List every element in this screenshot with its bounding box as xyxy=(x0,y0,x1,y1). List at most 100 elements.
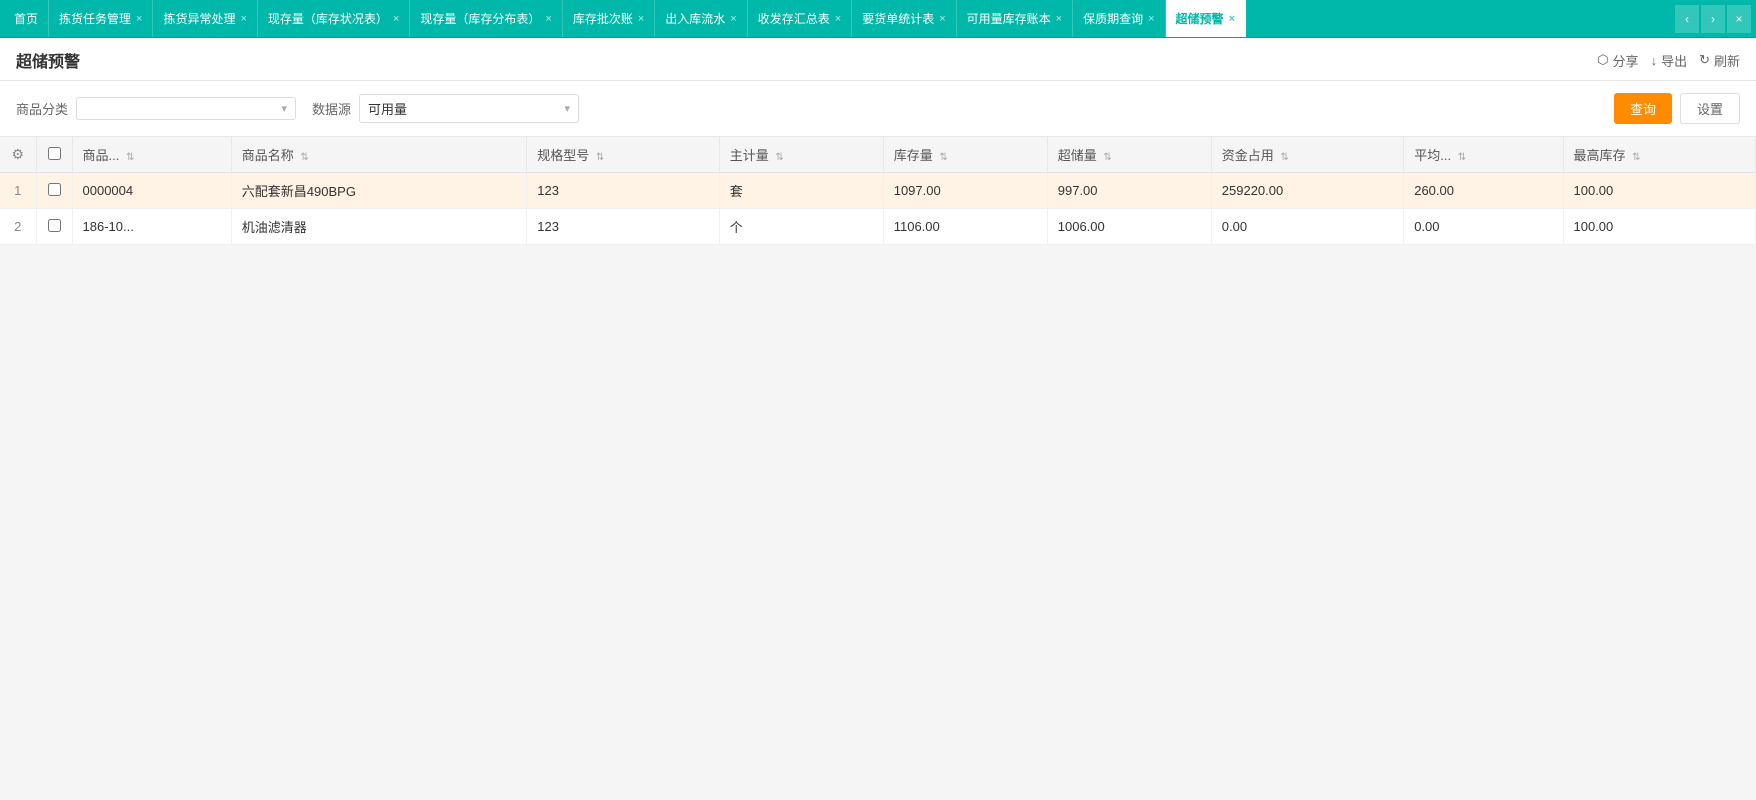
row-stock-1: 1106.00 xyxy=(883,209,1047,245)
nav-tab-abnormal-close[interactable]: × xyxy=(240,13,246,25)
nav-tab-overstock-label: 超储预警 xyxy=(1176,10,1224,27)
col-header-name[interactable]: 商品名称 ⇅ xyxy=(231,137,526,173)
nav-tab-abnormal-label: 拣货异常处理 xyxy=(163,10,235,27)
category-chevron-icon: ▾ xyxy=(281,102,287,115)
col-code-label: 商品... xyxy=(83,148,120,163)
nav-tab-order-stat-close[interactable]: × xyxy=(939,13,945,25)
top-navigation: 首页 拣货任务管理 × 拣货异常处理 × 现存量（库存状况表） × 现存量（库存… xyxy=(0,0,1756,38)
col-header-code[interactable]: 商品... ⇅ xyxy=(72,137,231,173)
page-header: 超储预警 ⬡ 分享 ↓ 导出 ↻ 刷新 xyxy=(0,38,1756,81)
nav-tab-stock-status-close[interactable]: × xyxy=(393,13,399,25)
col-avg-sort-icon: ⇅ xyxy=(1458,152,1466,163)
nav-tab-batch[interactable]: 库存批次账 × xyxy=(563,0,655,38)
col-select-all[interactable] xyxy=(36,137,72,173)
table-container: ⚙ 商品... ⇅ 商品名称 ⇅ 规格型号 ⇅ 主计量 xyxy=(0,137,1756,245)
col-overstock-label: 超储量 xyxy=(1058,148,1097,163)
share-label: 分享 xyxy=(1613,51,1639,70)
nav-arrows: ‹ › × xyxy=(1674,5,1752,33)
nav-tab-collect-label: 收发存汇总表 xyxy=(758,10,830,27)
export-label: 导出 xyxy=(1661,51,1687,70)
category-filter: 商品分类 ▾ xyxy=(16,97,296,120)
col-name-label: 商品名称 xyxy=(242,148,294,163)
col-settings[interactable]: ⚙ xyxy=(0,137,36,173)
nav-close-button[interactable]: × xyxy=(1727,5,1751,33)
nav-tab-collect-close[interactable]: × xyxy=(835,13,841,25)
nav-next-button[interactable]: › xyxy=(1701,5,1725,33)
row-code-0: 0000004 xyxy=(72,173,231,209)
datasource-value: 可用量 xyxy=(368,99,407,118)
col-header-unit[interactable]: 主计量 ⇅ xyxy=(719,137,883,173)
row-spec-0: 123 xyxy=(527,173,719,209)
header-actions: ⬡ 分享 ↓ 导出 ↻ 刷新 xyxy=(1597,51,1740,70)
col-unit-sort-icon: ⇅ xyxy=(775,152,783,163)
col-code-sort-icon: ⇅ xyxy=(126,152,134,163)
col-stock-label: 库存量 xyxy=(894,148,933,163)
nav-tab-stock-dist-label: 现存量（库存分布表） xyxy=(420,10,540,27)
table-body: 1 0000004 六配套新昌490BPG 123 套 1097.00 997.… xyxy=(0,173,1756,245)
row-avg-1: 0.00 xyxy=(1404,209,1563,245)
nav-tab-order-stat[interactable]: 要货单统计表 × xyxy=(852,0,956,38)
nav-tab-inout-close[interactable]: × xyxy=(730,13,736,25)
nav-tab-avail-ledger-close[interactable]: × xyxy=(1056,13,1062,25)
row-checkbox-1[interactable] xyxy=(48,219,61,232)
row-avg-0: 260.00 xyxy=(1404,173,1563,209)
col-header-max-stock[interactable]: 最高库存 ⇅ xyxy=(1563,137,1756,173)
nav-tab-avail-ledger-label: 可用量库存账本 xyxy=(967,10,1051,27)
nav-tab-avail-ledger[interactable]: 可用量库存账本 × xyxy=(957,0,1073,38)
col-header-overstock[interactable]: 超储量 ⇅ xyxy=(1047,137,1211,173)
row-unit-1: 个 xyxy=(719,209,883,245)
nav-tab-stock-status[interactable]: 现存量（库存状况表） × xyxy=(258,0,410,38)
nav-tab-expiry[interactable]: 保质期查询 × xyxy=(1073,0,1165,38)
nav-tab-batch-label: 库存批次账 xyxy=(573,10,633,27)
nav-tab-batch-close[interactable]: × xyxy=(638,13,644,25)
nav-prev-button[interactable]: ‹ xyxy=(1675,5,1699,33)
row-checkbox-cell-1[interactable] xyxy=(36,209,72,245)
table-header-row: ⚙ 商品... ⇅ 商品名称 ⇅ 规格型号 ⇅ 主计量 xyxy=(0,137,1756,173)
nav-tab-home-label: 首页 xyxy=(14,10,38,27)
datasource-select[interactable]: 可用量 ▾ xyxy=(359,94,579,123)
row-unit-0: 套 xyxy=(719,173,883,209)
share-button[interactable]: ⬡ 分享 xyxy=(1597,51,1638,70)
settings-gear-icon: ⚙ xyxy=(11,146,24,162)
nav-tab-stock-dist-close[interactable]: × xyxy=(545,13,551,25)
row-code-1: 186-10... xyxy=(72,209,231,245)
col-max-stock-sort-icon: ⇅ xyxy=(1632,152,1640,163)
row-checkbox-0[interactable] xyxy=(48,183,61,196)
nav-tab-overstock[interactable]: 超储预警 × xyxy=(1166,0,1246,38)
row-overstock-1: 1006.00 xyxy=(1047,209,1211,245)
nav-tab-expiry-close[interactable]: × xyxy=(1148,13,1154,25)
row-spec-1: 123 xyxy=(527,209,719,245)
overstock-table: ⚙ 商品... ⇅ 商品名称 ⇅ 规格型号 ⇅ 主计量 xyxy=(0,137,1756,245)
settings-button[interactable]: 设置 xyxy=(1680,93,1740,124)
share-icon: ⬡ xyxy=(1597,52,1608,68)
nav-tab-expiry-label: 保质期查询 xyxy=(1083,10,1143,27)
nav-tab-task-mgmt-close[interactable]: × xyxy=(136,13,142,25)
nav-tab-abnormal[interactable]: 拣货异常处理 × xyxy=(153,0,257,38)
col-header-capital[interactable]: 资金占用 ⇅ xyxy=(1211,137,1403,173)
row-max-stock-0: 100.00 xyxy=(1563,173,1756,209)
row-num-0: 1 xyxy=(0,173,36,209)
nav-tab-task-mgmt[interactable]: 拣货任务管理 × xyxy=(49,0,153,38)
row-stock-0: 1097.00 xyxy=(883,173,1047,209)
datasource-label: 数据源 xyxy=(312,99,351,118)
nav-tab-stock-dist[interactable]: 现存量（库存分布表） × xyxy=(410,0,562,38)
datasource-filter: 数据源 可用量 ▾ xyxy=(312,94,579,123)
nav-tab-home[interactable]: 首页 xyxy=(4,0,49,38)
row-checkbox-cell-0[interactable] xyxy=(36,173,72,209)
col-header-avg[interactable]: 平均... ⇅ xyxy=(1404,137,1563,173)
category-select[interactable]: ▾ xyxy=(76,97,296,120)
datasource-chevron-icon: ▾ xyxy=(565,102,571,115)
select-all-checkbox[interactable] xyxy=(48,147,61,160)
col-header-stock[interactable]: 库存量 ⇅ xyxy=(883,137,1047,173)
row-capital-1: 0.00 xyxy=(1211,209,1403,245)
nav-tab-inout[interactable]: 出入库流水 × xyxy=(655,0,747,38)
query-button[interactable]: 查询 xyxy=(1614,93,1672,124)
refresh-button[interactable]: ↻ 刷新 xyxy=(1699,51,1740,70)
col-header-spec[interactable]: 规格型号 ⇅ xyxy=(527,137,719,173)
nav-tab-overstock-close[interactable]: × xyxy=(1229,13,1235,25)
col-name-sort-icon: ⇅ xyxy=(300,152,308,163)
col-unit-label: 主计量 xyxy=(730,148,769,163)
nav-tab-collect[interactable]: 收发存汇总表 × xyxy=(748,0,852,38)
export-button[interactable]: ↓ 导出 xyxy=(1651,51,1688,70)
row-name-0: 六配套新昌490BPG xyxy=(231,173,526,209)
